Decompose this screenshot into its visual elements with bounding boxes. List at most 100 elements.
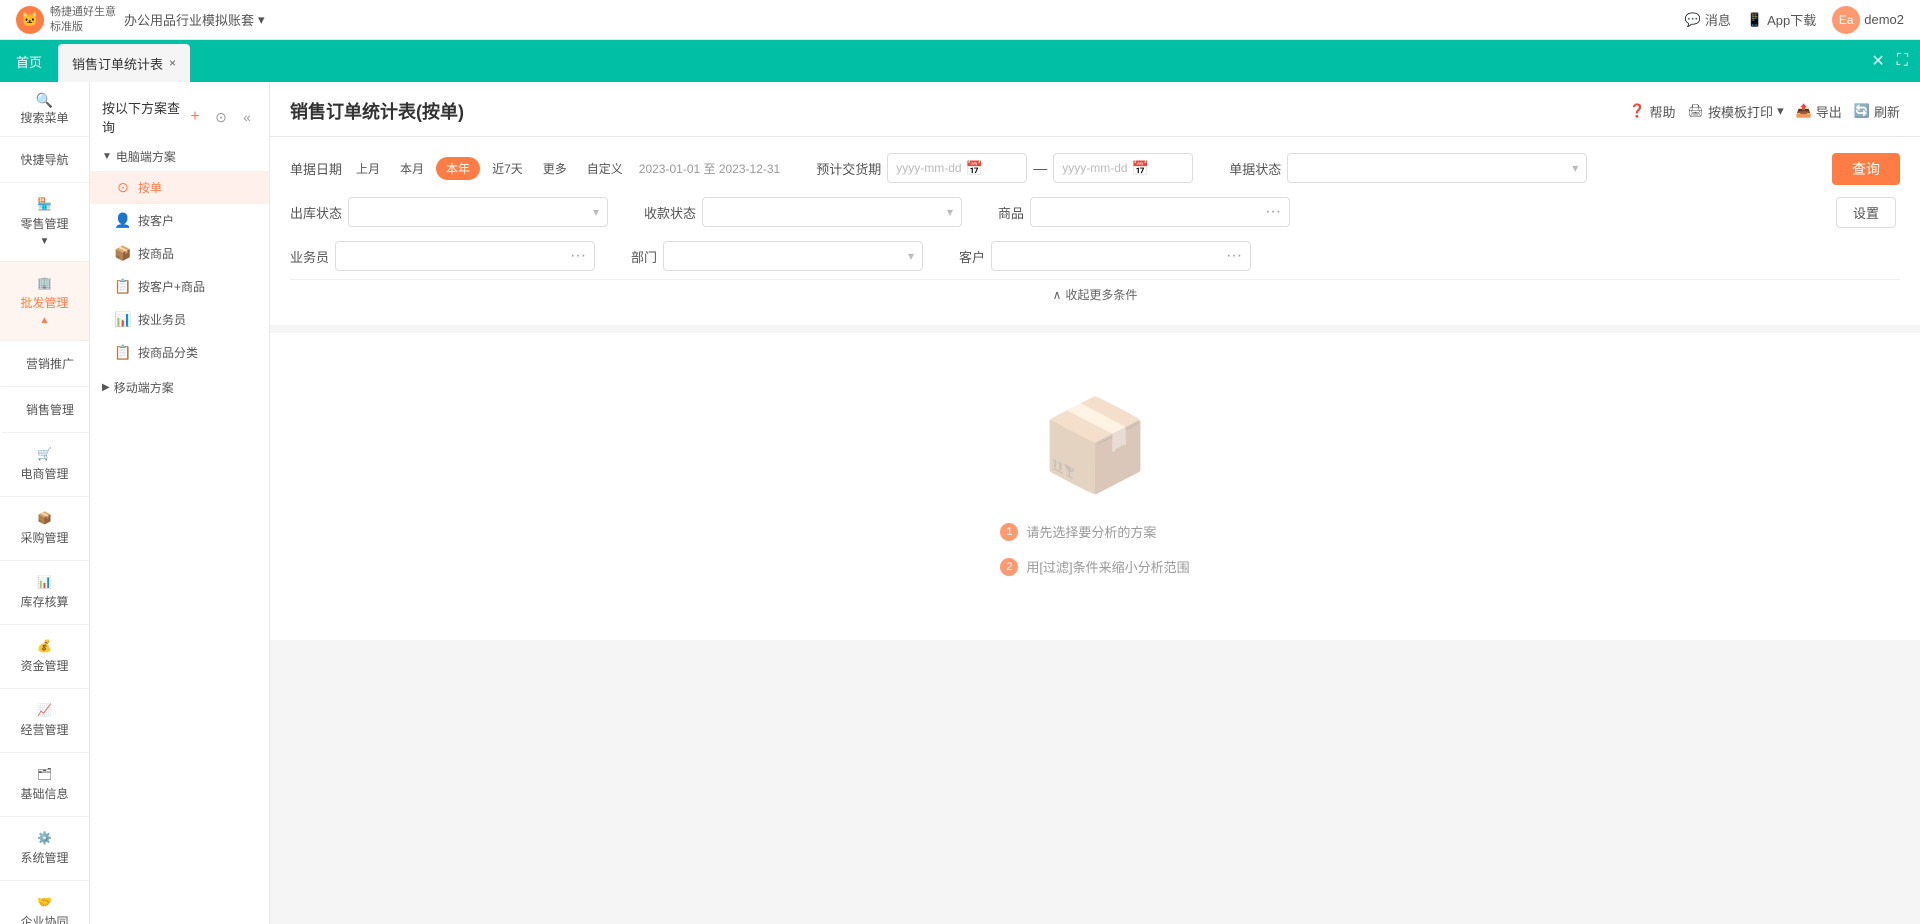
- customer-icon: 👤: [114, 212, 132, 229]
- chevron-down-icon: ▼: [102, 151, 112, 162]
- date-btn-more[interactable]: 更多: [535, 157, 575, 180]
- scheme-by-salesperson[interactable]: 📊 按业务员: [90, 303, 269, 336]
- chevron-right-icon: ▶: [102, 382, 110, 393]
- app-download-button[interactable]: 📱 App下载: [1747, 10, 1816, 29]
- user-menu[interactable]: Ea demo2: [1832, 6, 1904, 34]
- date-btn-last-month[interactable]: 上月: [348, 157, 388, 180]
- left-panel-icons: + ⊙ «: [185, 107, 257, 127]
- filter-settings-button[interactable]: 设置: [1836, 197, 1896, 228]
- filter-area: 单据日期 上月 本月 本年 近7天 更多 自定义 2023-01-01 至 20…: [270, 137, 1920, 325]
- date-btn-7days[interactable]: 近7天: [484, 157, 531, 180]
- bill-status-select[interactable]: ▾: [1287, 153, 1587, 183]
- account-selector[interactable]: 办公用品行业模拟账套 ▾: [124, 10, 265, 29]
- sidebar-item-marketing[interactable]: 营销推广: [0, 341, 89, 387]
- salesperson-select[interactable]: ···: [335, 241, 595, 271]
- mobile-group-header[interactable]: ▶ 移动端方案: [90, 373, 269, 402]
- settings-scheme-button[interactable]: ⊙: [211, 107, 231, 127]
- refresh-icon: 🔄: [1854, 103, 1870, 119]
- page-title: 销售订单统计表(按单): [290, 98, 464, 124]
- sidebar-item-system[interactable]: ⚙️ 系统管理: [0, 817, 89, 881]
- help-icon: ❓: [1629, 103, 1645, 119]
- message-button[interactable]: 💬 消息: [1685, 10, 1731, 29]
- category-icon: 📋: [114, 344, 132, 361]
- sidebar-search[interactable]: 🔍 搜索菜单: [0, 82, 89, 137]
- date-btn-this-month[interactable]: 本月: [392, 157, 432, 180]
- payment-status-select[interactable]: ▾: [702, 197, 962, 227]
- filter-bill-status: 单据状态 ▾: [1229, 153, 1587, 183]
- export-button[interactable]: 📤 导出: [1796, 102, 1842, 121]
- empty-hints: 1 请先选择要分析的方案 2 用[过滤]条件来缩小分析范围: [1000, 518, 1189, 580]
- sidebar-item-purchase[interactable]: 📦 采购管理: [0, 497, 89, 561]
- logo-area: 🐱 畅捷通好生意 标准版: [16, 5, 116, 34]
- logo-icon: 🐱: [16, 6, 44, 34]
- dropdown-icon: ▾: [1572, 161, 1578, 175]
- date-btn-custom[interactable]: 自定义: [579, 157, 631, 180]
- scheme-by-customer[interactable]: 👤 按客户: [90, 204, 269, 237]
- template-print-button[interactable]: 🖨 按模板打印 ▾: [1688, 102, 1784, 121]
- scheme-by-product[interactable]: 📦 按商品: [90, 237, 269, 270]
- expected-date-end[interactable]: yyyy-mm-dd 📅: [1053, 153, 1193, 183]
- query-button[interactable]: 查询: [1832, 153, 1900, 185]
- collapse-icon: ∧: [1053, 288, 1062, 302]
- sidebar-item-operations[interactable]: 📈 经营管理: [0, 689, 89, 753]
- filter-department: 部门 ▾: [631, 241, 923, 271]
- avatar: Ea: [1832, 6, 1860, 34]
- tab-bar: 首页 销售订单统计表 × ✕ ⛶: [0, 40, 1920, 82]
- close-window-icon[interactable]: ✕: [1871, 51, 1884, 71]
- date-btn-this-year[interactable]: 本年: [436, 157, 480, 180]
- sidebar-item-basic[interactable]: 🗂 基础信息: [0, 753, 89, 817]
- scheme-by-order[interactable]: ⊙ 按单: [90, 171, 269, 204]
- filter-customer: 客户 ···: [959, 241, 1251, 271]
- product-select[interactable]: ···: [1030, 197, 1290, 227]
- more-dots-icon[interactable]: ···: [1226, 247, 1242, 265]
- sidebar-item-enterprise[interactable]: 🤝 企业协同: [0, 881, 89, 924]
- scheme-by-customer-product[interactable]: 📋 按客户+商品: [90, 270, 269, 303]
- help-button[interactable]: ❓ 帮助: [1629, 102, 1675, 121]
- message-icon: 💬: [1685, 12, 1701, 28]
- collapse-filter-button[interactable]: ∧ 收起更多条件: [290, 279, 1900, 309]
- sidebar-item-quicknav[interactable]: 快捷导航: [0, 137, 89, 183]
- salesperson-icon: 📊: [114, 311, 132, 328]
- sidebar-item-retail[interactable]: 🏪 零售管理 ▼: [0, 183, 89, 262]
- dropdown-icon: ▾: [947, 205, 953, 219]
- scheme-by-category[interactable]: 📋 按商品分类: [90, 336, 269, 369]
- customer-select[interactable]: ···: [991, 241, 1251, 271]
- page-actions: ❓ 帮助 🖨 按模板打印 ▾ 📤 导出 🔄 刷新: [1629, 102, 1900, 121]
- filter-row-2: 出库状态 ▾ 收款状态 ▾: [290, 197, 1816, 227]
- filter-row-3: 业务员 ··· 部门 ▾: [290, 241, 1816, 271]
- calendar-icon-end[interactable]: 📅: [1132, 160, 1149, 177]
- refresh-button[interactable]: 🔄 刷新: [1854, 102, 1900, 121]
- system-icon: ⚙️: [37, 831, 52, 845]
- filter-salesperson: 业务员 ···: [290, 241, 595, 271]
- chevron-down-icon: ▼: [40, 236, 50, 247]
- tab-close-icon[interactable]: ×: [169, 56, 176, 70]
- department-select[interactable]: ▾: [663, 241, 923, 271]
- sidebar-item-finance[interactable]: 💰 资金管理: [0, 625, 89, 689]
- sidebar-item-inventory[interactable]: 📊 库存核算: [0, 561, 89, 625]
- filter-expected-date: 预计交货期 yyyy-mm-dd 📅 — yyyy-mm-dd 📅: [816, 153, 1193, 183]
- shipment-status-select[interactable]: ▾: [348, 197, 608, 227]
- collapse-panel-button[interactable]: «: [237, 107, 257, 127]
- customer-product-icon: 📋: [114, 278, 132, 295]
- desktop-group-header[interactable]: ▼ 电脑端方案: [90, 142, 269, 171]
- more-dots-icon[interactable]: ···: [1265, 203, 1281, 221]
- inventory-icon: 📊: [37, 575, 52, 589]
- more-dots-icon[interactable]: ···: [570, 247, 586, 265]
- hint-2: 2 用[过滤]条件来缩小分析范围: [1000, 553, 1189, 580]
- finance-icon: 💰: [37, 639, 52, 653]
- enterprise-icon: 🤝: [37, 895, 52, 909]
- date-btn-group: 上月 本月 本年 近7天 更多 自定义 2023-01-01 至 2023-12…: [348, 157, 780, 180]
- sidebar-item-sales[interactable]: 销售管理: [0, 387, 89, 433]
- filter-shipment-status: 出库状态 ▾: [290, 197, 608, 227]
- empty-illustration: 📦: [1039, 393, 1151, 498]
- tab-sales-stats[interactable]: 销售订单统计表 ×: [58, 44, 190, 82]
- top-bar-right: 💬 消息 📱 App下载 Ea demo2: [1685, 6, 1904, 34]
- maximize-icon[interactable]: ⛶: [1897, 52, 1908, 70]
- sidebar-item-wholesale[interactable]: 🏢 批发管理 ▲: [0, 262, 89, 341]
- expected-date-start[interactable]: yyyy-mm-dd 📅: [887, 153, 1027, 183]
- sidebar-item-ecommerce[interactable]: 🛒 电商管理: [0, 433, 89, 497]
- add-scheme-button[interactable]: +: [185, 107, 205, 127]
- calendar-icon[interactable]: 📅: [966, 160, 983, 177]
- right-content: 销售订单统计表(按单) ❓ 帮助 🖨 按模板打印 ▾ 📤 导出: [270, 82, 1920, 924]
- tab-home[interactable]: 首页: [0, 40, 58, 82]
